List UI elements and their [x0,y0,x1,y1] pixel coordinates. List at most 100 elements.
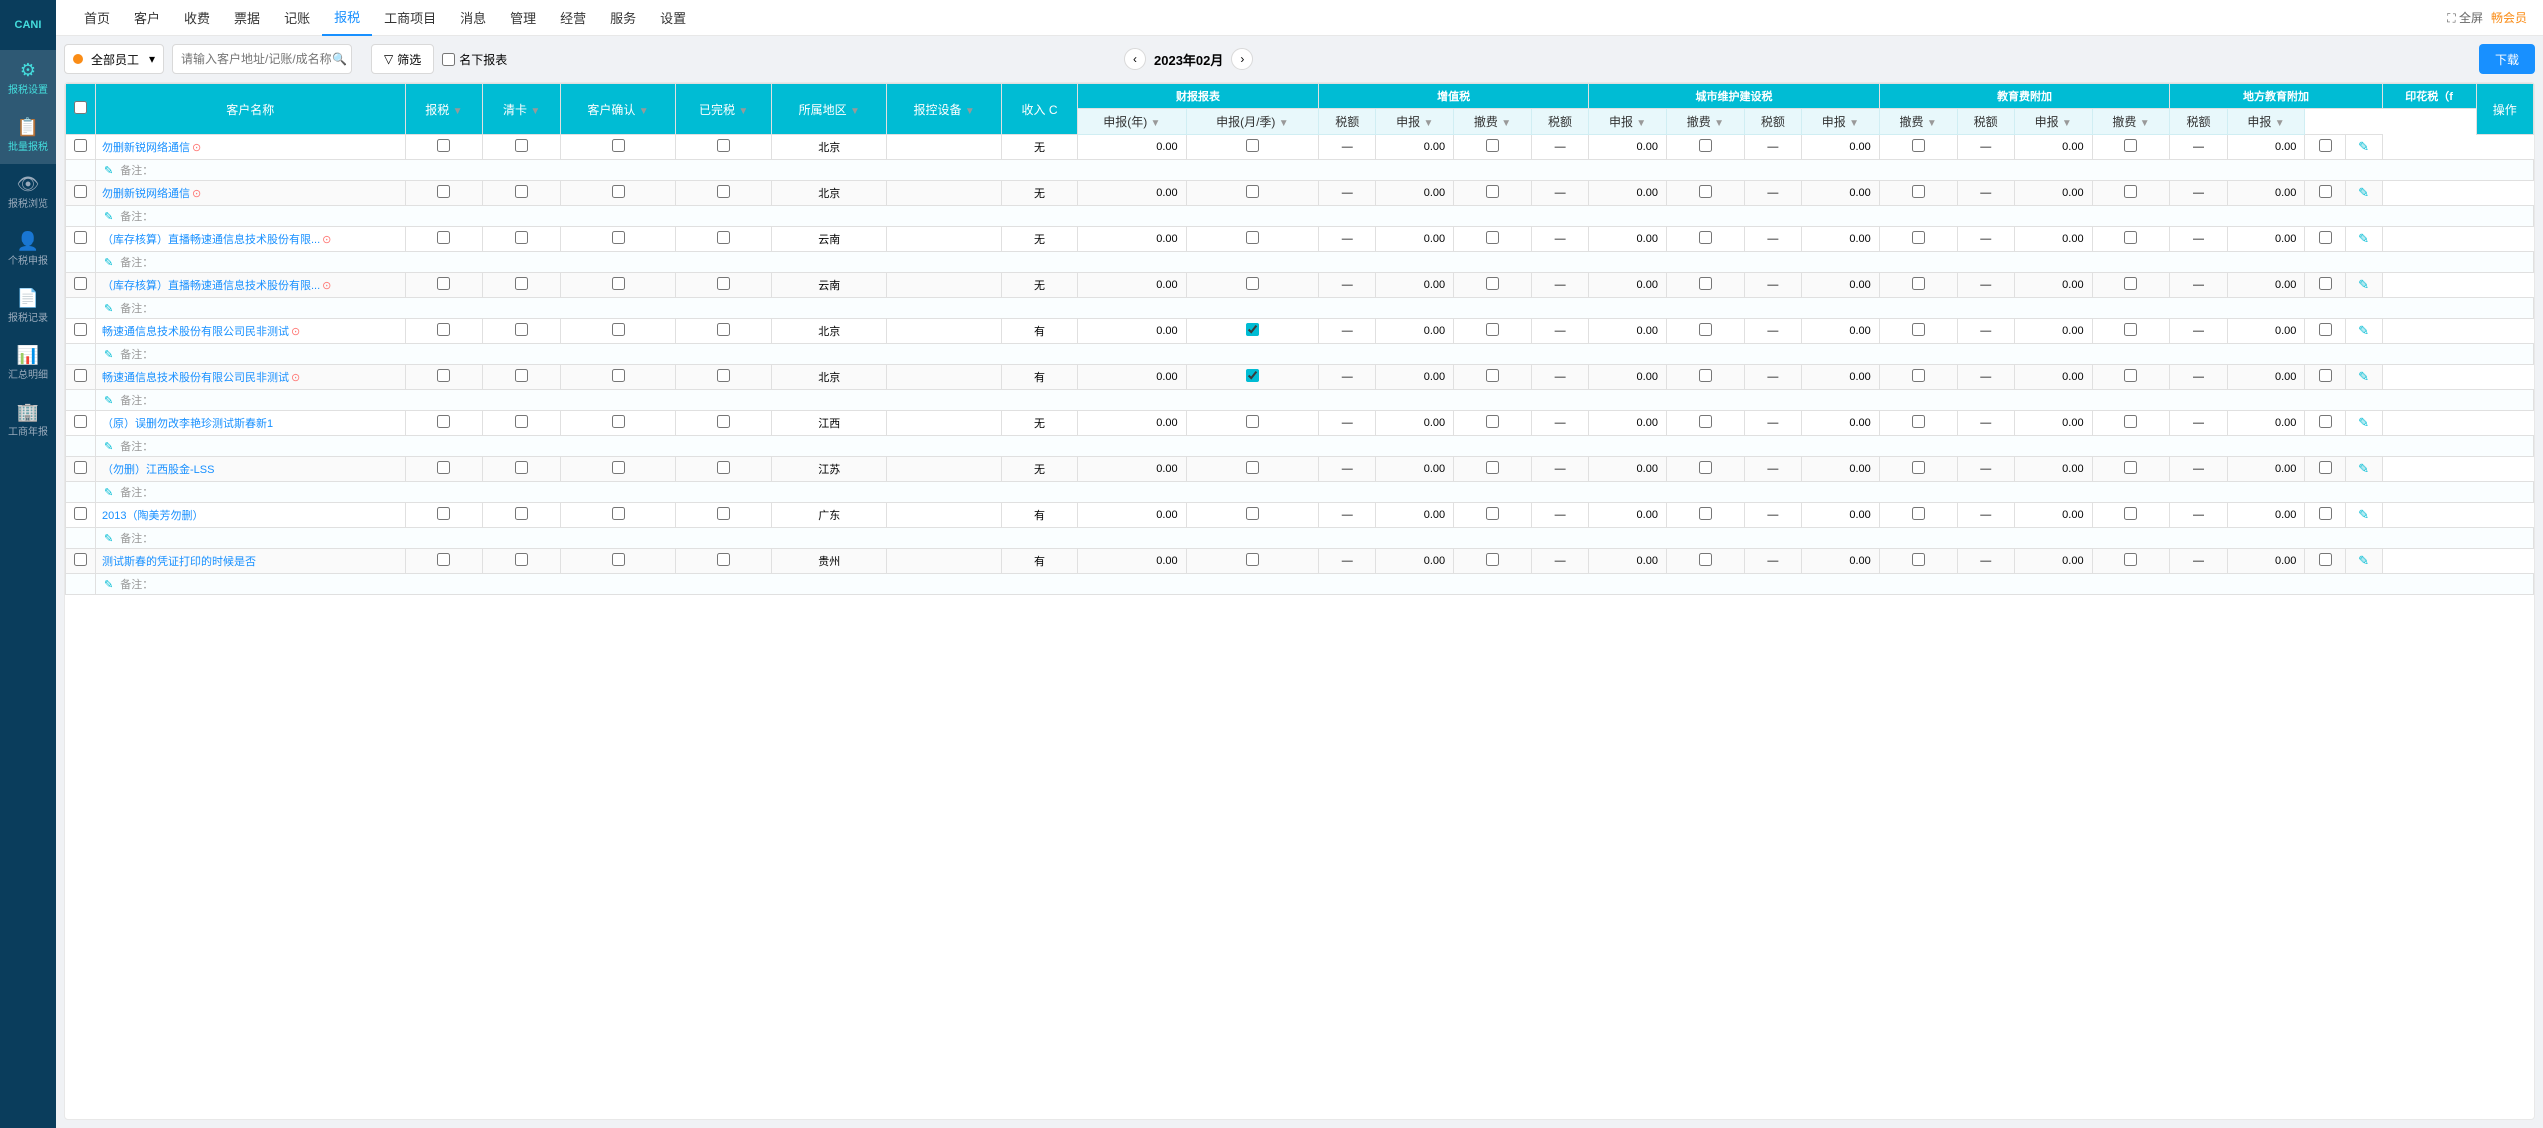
caibao-annual-checkbox[interactable] [1246,139,1259,152]
tax-check[interactable] [2319,277,2332,290]
row-select-checkbox[interactable] [74,461,87,474]
wanshui-checkbox[interactable] [717,507,730,520]
caibao-annual-checkbox[interactable] [1246,231,1259,244]
baoshui-checkbox[interactable] [437,323,450,336]
tax-check[interactable] [1486,461,1499,474]
queren-checkbox[interactable] [612,369,625,382]
tax-check[interactable] [2124,415,2137,428]
tax-check[interactable] [1486,231,1499,244]
row-select-checkbox[interactable] [74,323,87,336]
edit-note-icon[interactable]: ✎ [104,441,113,453]
tax-check[interactable] [1486,185,1499,198]
nav-shezhi[interactable]: 设置 [648,0,698,36]
row-select-checkbox[interactable] [74,415,87,428]
download-button[interactable]: 下载 [2479,44,2535,74]
baoshui-checkbox[interactable] [437,277,450,290]
tax-check[interactable] [2124,461,2137,474]
edit-icon[interactable]: ✎ [2358,507,2369,522]
wanshui-checkbox[interactable] [717,231,730,244]
tax-check[interactable] [1912,139,1925,152]
tax-check[interactable] [1486,553,1499,566]
tax-check[interactable] [1699,369,1712,382]
filter-button[interactable]: ▽ 筛选 [371,44,434,74]
wanshui-checkbox[interactable] [717,415,730,428]
qingka-checkbox[interactable] [515,139,528,152]
tax-check[interactable] [1699,553,1712,566]
edit-icon[interactable]: ✎ [2358,369,2369,384]
tax-check[interactable] [2319,231,2332,244]
baoshui-checkbox[interactable] [437,507,450,520]
customer-name-cell[interactable]: 勿删新锐网络通信⊙ [96,135,406,160]
wanshui-checkbox[interactable] [717,185,730,198]
tax-check[interactable] [2124,553,2137,566]
queren-checkbox[interactable] [612,507,625,520]
nav-guanli[interactable]: 管理 [498,0,548,36]
edit-note-icon[interactable]: ✎ [104,165,113,177]
customer-name-cell[interactable]: 畅速通信息技术股份有限公司民非测试⊙ [96,319,406,344]
tax-check[interactable] [2319,369,2332,382]
tax-check[interactable] [2124,369,2137,382]
nav-gongshang[interactable]: 工商项目 [372,0,448,36]
customer-name-cell[interactable]: 勿删新锐网络通信⊙ [96,181,406,206]
tax-check[interactable] [1912,507,1925,520]
sidebar-item-huizong[interactable]: 📊 汇总明细 [0,335,56,392]
baoshui-checkbox[interactable] [437,369,450,382]
employee-filter-select[interactable]: 全部员工 ▾ [64,44,164,74]
caibao-annual-checkbox[interactable] [1246,461,1259,474]
nav-fuwu[interactable]: 服务 [598,0,648,36]
customer-name-cell[interactable]: （库存核算）直播畅速通信息技术股份有限...⊙ [96,273,406,298]
tax-check[interactable] [2319,461,2332,474]
select-all-checkbox[interactable] [74,101,87,114]
sidebar-item-baoshuilan[interactable]: 👁 报税浏览 [0,164,56,221]
tax-check[interactable] [1486,139,1499,152]
qingka-checkbox[interactable] [515,461,528,474]
row-select-checkbox[interactable] [74,231,87,244]
tax-check[interactable] [1912,277,1925,290]
nav-piaoju[interactable]: 票据 [222,0,272,36]
named-table-checkbox[interactable] [442,53,455,66]
edit-icon[interactable]: ✎ [2358,277,2369,292]
edit-note-icon[interactable]: ✎ [104,487,113,499]
queren-checkbox[interactable] [612,461,625,474]
caibao-annual-checkbox[interactable] [1246,507,1259,520]
queren-checkbox[interactable] [612,415,625,428]
caibao-annual-checkbox[interactable] [1246,323,1259,336]
edit-icon[interactable]: ✎ [2358,139,2369,154]
queren-checkbox[interactable] [612,553,625,566]
edit-note-icon[interactable]: ✎ [104,395,113,407]
wanshui-checkbox[interactable] [717,139,730,152]
edit-icon[interactable]: ✎ [2358,231,2369,246]
baoshui-checkbox[interactable] [437,553,450,566]
search-icon[interactable]: 🔍 [332,52,347,66]
row-select-checkbox[interactable] [74,553,87,566]
nav-jizhang[interactable]: 记账 [272,0,322,36]
nav-home[interactable]: 首页 [72,0,122,36]
tax-check[interactable] [2319,139,2332,152]
customer-name-cell[interactable]: （库存核算）直播畅速通信息技术股份有限...⊙ [96,227,406,252]
customer-name-cell[interactable]: 测试斯春的凭证打印的时候是否 [96,549,406,574]
tax-check[interactable] [2319,507,2332,520]
qingka-checkbox[interactable] [515,185,528,198]
qingka-checkbox[interactable] [515,553,528,566]
nav-baoshui[interactable]: 报税 [322,0,372,36]
tax-check[interactable] [1486,415,1499,428]
search-input[interactable] [172,44,352,74]
wanshui-checkbox[interactable] [717,553,730,566]
named-table-checkbox-label[interactable]: 名下报表 [442,51,507,68]
prev-month-btn[interactable]: ‹ [1124,48,1146,70]
edit-note-icon[interactable]: ✎ [104,579,113,591]
customer-name-cell[interactable]: 2013（陶美芳勿删） [96,503,406,528]
tax-check[interactable] [1699,323,1712,336]
tax-check[interactable] [1912,231,1925,244]
caibao-annual-checkbox[interactable] [1246,553,1259,566]
baoshui-checkbox[interactable] [437,415,450,428]
tax-check[interactable] [1912,553,1925,566]
tax-check[interactable] [2124,323,2137,336]
customer-name-cell[interactable]: 畅速通信息技术股份有限公司民非测试⊙ [96,365,406,390]
tax-check[interactable] [1699,185,1712,198]
customer-name-cell[interactable]: （原）误删勿改李艳珍测试斯春新1 [96,411,406,436]
baoshui-checkbox[interactable] [437,139,450,152]
caibao-annual-checkbox[interactable] [1246,277,1259,290]
tax-check[interactable] [1912,415,1925,428]
tax-check[interactable] [1699,277,1712,290]
